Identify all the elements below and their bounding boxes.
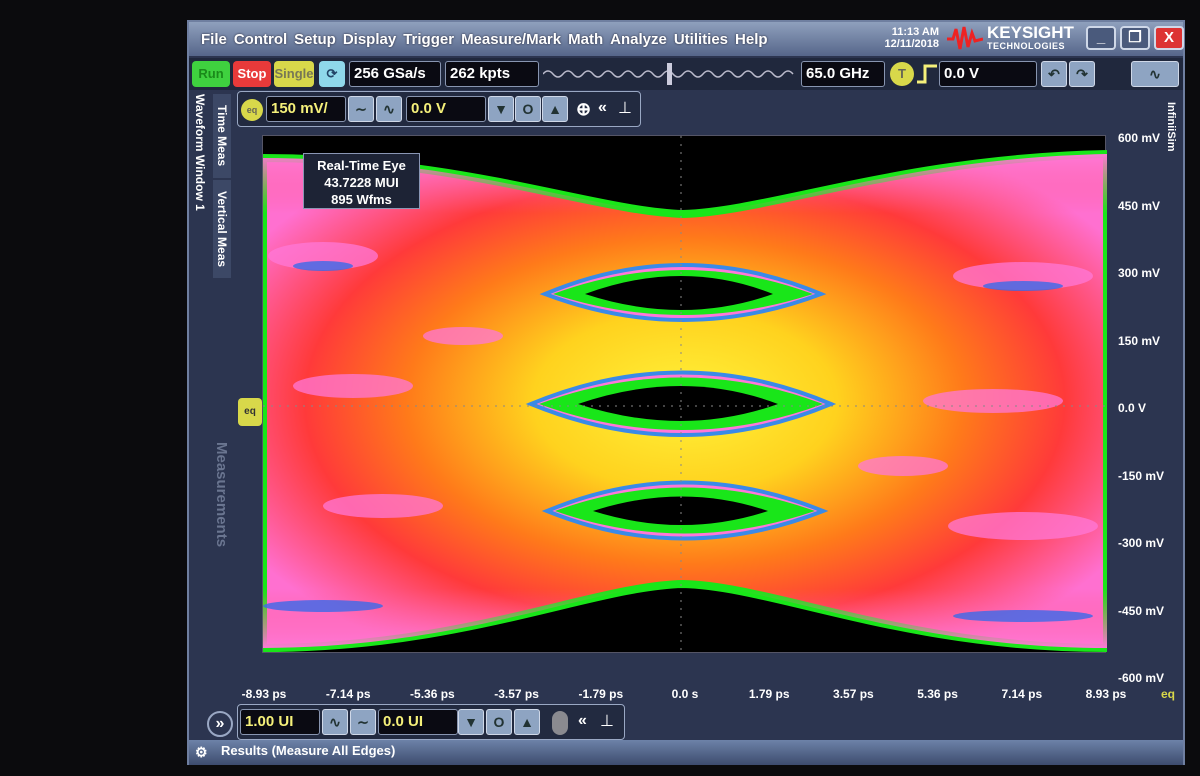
trigger-level-field[interactable]: 0.0 V (939, 61, 1037, 87)
pin-icon[interactable]: ⊥ (618, 98, 632, 118)
keysight-logo: KEYSIGHT TECHNOLOGIES (947, 23, 1074, 51)
single-button[interactable]: Single (274, 61, 314, 87)
bandwidth-field[interactable]: 65.0 GHz (801, 61, 885, 87)
sample-rate-field[interactable]: 256 GSa/s (349, 61, 441, 87)
y-tick-label: -450 mV (1118, 603, 1165, 618)
x-tick-label: 8.93 ps (1085, 687, 1127, 701)
offset-zero-button[interactable]: O (515, 96, 541, 122)
offset-down-button[interactable]: ▼ (488, 96, 514, 122)
position-zero-button[interactable]: O (486, 709, 512, 735)
autoscale-button[interactable]: ⟳ (319, 61, 345, 87)
collapse-icon[interactable]: « (578, 712, 587, 730)
infiniisim-tab[interactable]: InfiniiSim (1165, 92, 1177, 162)
measurements-tab[interactable]: Measurements (213, 442, 230, 547)
y-tick-label: -600 mV (1118, 671, 1165, 685)
menu-trigger[interactable]: Trigger (403, 31, 454, 48)
pin-icon[interactable]: ⊥ (600, 711, 614, 731)
minimize-button[interactable]: _ (1086, 26, 1116, 50)
clock-time: 11:13 AM (891, 26, 939, 38)
position-right-button[interactable]: ▲ (514, 709, 540, 735)
menu-utilities[interactable]: Utilities (674, 31, 728, 48)
results-bar[interactable]: ⚙ Results (Measure All Edges) (189, 740, 1183, 765)
y-tick-label: 300 mV (1118, 266, 1161, 280)
horizontal-scale-field[interactable]: 1.00 UI (240, 709, 320, 735)
x-tick-label: 7.14 ps (1001, 687, 1043, 701)
position-left-button[interactable]: ▼ (458, 709, 484, 735)
measurement-title: Real-Time Eye (317, 158, 406, 173)
stop-button[interactable]: Stop (233, 61, 271, 87)
toolbar: Run Stop Single ⟳ 256 GSa/s 262 kpts 65.… (189, 58, 1183, 90)
redo-button[interactable]: ↷ (1069, 61, 1095, 87)
logo-name: KEYSIGHT (987, 23, 1074, 42)
vertical-offset-field[interactable]: 0.0 V (406, 96, 486, 122)
memory-depth-field[interactable]: 262 kpts (445, 61, 539, 87)
x-tick-label: -8.93 ps (241, 687, 287, 701)
x-tick-label: 1.79 ps (748, 687, 790, 701)
channel-badge[interactable]: eq (241, 99, 263, 121)
logo-sub: TECHNOLOGIES (987, 41, 1066, 51)
expand-panel-button[interactable]: » (207, 711, 233, 737)
time-meas-tab[interactable]: Time Meas (213, 94, 231, 178)
gear-icon[interactable]: ⚙ (195, 741, 208, 763)
y-tick-label: -150 mV (1118, 468, 1165, 483)
y-tick-label: -300 mV (1118, 536, 1165, 550)
menu-math[interactable]: Math (568, 31, 603, 48)
x-tick-label: -3.57 ps (494, 687, 539, 701)
menu-setup[interactable]: Setup (294, 31, 336, 48)
x-axis-source: eq (1161, 687, 1176, 701)
slider-handle[interactable] (667, 63, 672, 85)
results-label: Results (Measure All Edges) (221, 743, 396, 758)
measurement-ui: 43.7228 MUI (324, 175, 399, 190)
drag-handle-icon[interactable] (552, 711, 568, 735)
y-tick-label: 150 mV (1118, 333, 1161, 348)
menu-file[interactable]: File (201, 31, 227, 48)
menu-bar: File Control Setup Display Trigger Measure/Ma… (201, 31, 768, 48)
measurement-box: Real-Time Eye 43.7228 MUI 895 Wfms (303, 153, 420, 209)
waveform-tools-button[interactable]: ∿ (1131, 61, 1179, 87)
menu-help[interactable]: Help (735, 31, 768, 48)
menu-display[interactable]: Display (343, 31, 396, 48)
offset-up-button[interactable]: ▲ (542, 96, 568, 122)
menu-analyze[interactable]: Analyze (610, 31, 667, 48)
x-tick-label: 3.57 ps (833, 687, 874, 701)
run-button[interactable]: Run (192, 61, 230, 87)
undo-button[interactable]: ↶ (1041, 61, 1067, 87)
horizontal-position-slider[interactable] (543, 61, 799, 87)
waveform-window-tab[interactable]: Waveform Window 1 (193, 92, 207, 212)
title-bar: File Control Setup Display Trigger Measure/Ma… (189, 22, 1184, 56)
y-tick-label: 0.0 V (1118, 401, 1147, 415)
y-tick-label: 600 mV (1118, 131, 1161, 145)
measurement-waveforms: 895 Wfms (331, 192, 392, 207)
x-tick-label: 0.0 s (671, 687, 699, 701)
rising-edge-icon[interactable] (917, 64, 937, 84)
channel-bar: eq 150 mV/ ∼ ∿ 0.0 V ▼ O ▲ ⊕ « ⊥ (237, 91, 641, 127)
trigger-badge[interactable]: T (890, 62, 914, 86)
menu-measure-mark[interactable]: Measure/Mark (461, 31, 561, 48)
horizontal-scale-down-button[interactable]: ∿ (322, 709, 348, 735)
horizontal-scale-up-button[interactable]: ∼ (350, 709, 376, 735)
scale-up-button[interactable]: ∿ (376, 96, 402, 122)
eye-diagram-plot[interactable] (259, 135, 1111, 654)
keysight-wave-icon (947, 26, 983, 50)
add-channel-icon[interactable]: ⊕ (576, 99, 591, 120)
clock-date: 12/11/2018 (884, 38, 939, 50)
menu-control[interactable]: Control (234, 31, 287, 48)
clock: 11:13 AM 12/11/2018 (879, 26, 939, 50)
x-tick-label: -1.79 ps (578, 687, 624, 701)
vertical-scale-field[interactable]: 150 mV/ (266, 96, 346, 122)
x-tick-label: 5.36 ps (917, 687, 958, 701)
close-button[interactable]: X (1154, 26, 1184, 50)
collapse-icon[interactable]: « (598, 99, 607, 117)
scale-down-button[interactable]: ∼ (348, 96, 374, 122)
waveform-marker[interactable]: eq (238, 398, 262, 426)
x-tick-label: -5.36 ps (410, 687, 455, 701)
horizontal-position-field[interactable]: 0.0 UI (378, 709, 458, 735)
eye-diagram (259, 136, 1111, 654)
x-tick-label: -7.14 ps (325, 687, 371, 701)
y-tick-label: 450 mV (1118, 198, 1161, 213)
restore-button[interactable]: ❐ (1120, 26, 1150, 50)
vertical-meas-tab[interactable]: Vertical Meas (213, 180, 231, 278)
timebase-bar: 1.00 UI ∿ ∼ 0.0 UI ▼ O ▲ « ⊥ (237, 704, 625, 740)
